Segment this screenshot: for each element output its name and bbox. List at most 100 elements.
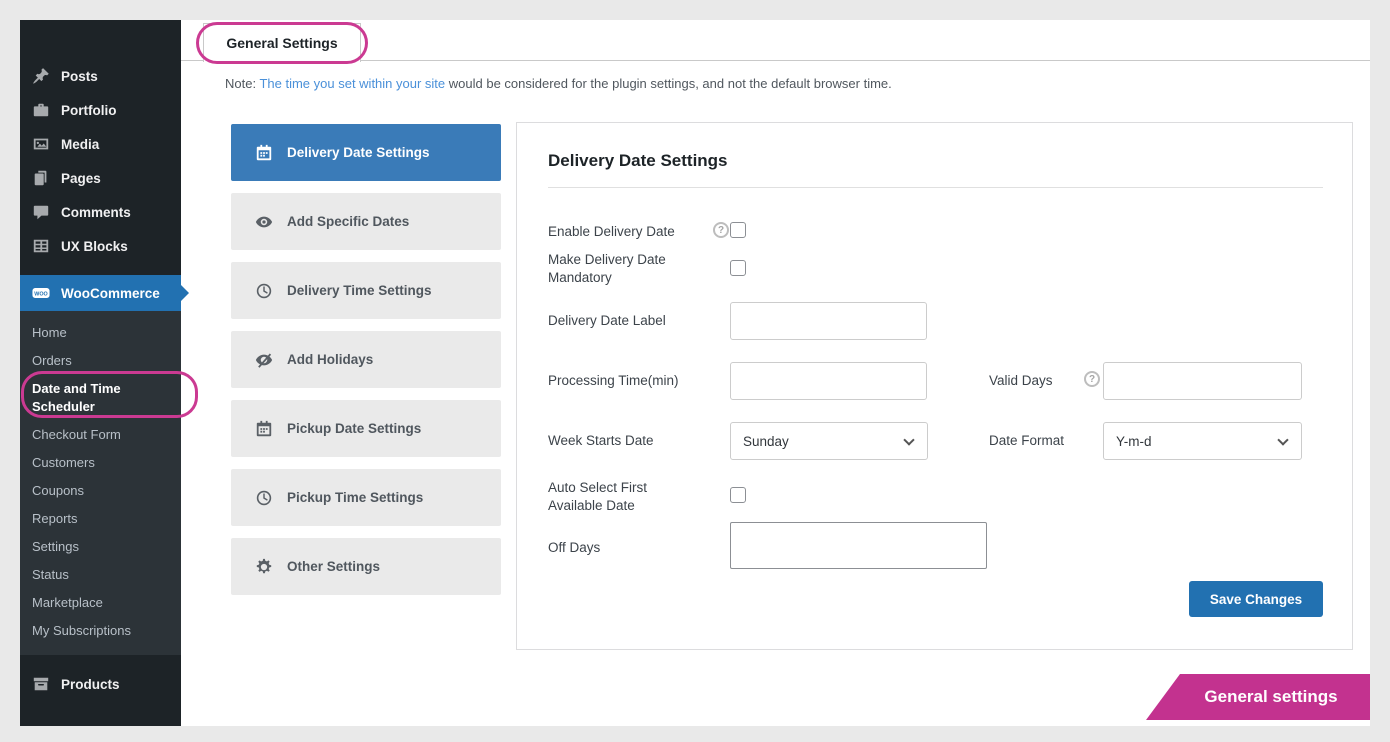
sidebar-item-portfolio[interactable]: Portfolio (20, 93, 181, 127)
chevron-down-icon (903, 434, 915, 446)
sidebar-item-label: Pages (61, 170, 101, 186)
plugin-settings-page: General Settings Note: The time you set … (181, 20, 1370, 726)
woocommerce-icon: WOO (32, 284, 50, 302)
submenu-item-reports[interactable]: Reports (20, 505, 181, 533)
date-format-select[interactable]: Y-m-d (1103, 422, 1302, 460)
settings-tab-pickup-time-settings[interactable]: Pickup Time Settings (231, 469, 501, 526)
submenu-item-my-subscriptions[interactable]: My Subscriptions (20, 617, 181, 645)
pages-icon (32, 169, 50, 187)
briefcase-icon (32, 101, 50, 119)
settings-tab-label: Pickup Date Settings (287, 421, 422, 436)
archive-box-icon (32, 675, 50, 693)
active-menu-arrow-icon (181, 285, 189, 301)
settings-tab-label: Pickup Time Settings (287, 490, 424, 505)
admin-sidebar: Posts Portfolio Media Pages Comments UX (20, 20, 189, 726)
help-icon[interactable]: ? (713, 222, 729, 238)
chevron-down-icon (1277, 434, 1289, 446)
week-starts-date-select[interactable]: Sunday (730, 422, 928, 460)
processing-time-input[interactable] (730, 362, 927, 400)
settings-tab-add-specific-dates[interactable]: Add Specific Dates (231, 193, 501, 250)
submenu-item-marketplace[interactable]: Marketplace (20, 589, 181, 617)
panel-title: Delivery Date Settings (548, 151, 728, 170)
sidebar-item-pages[interactable]: Pages (20, 161, 181, 195)
submenu-item-settings[interactable]: Settings (20, 533, 181, 561)
select-value: Y-m-d (1116, 433, 1152, 449)
enable-delivery-date-checkbox[interactable] (730, 222, 746, 238)
off-days-input[interactable] (730, 522, 987, 569)
grid-icon (32, 237, 50, 255)
delivery-date-label-label: Delivery Date Label (548, 313, 666, 328)
note-prefix: Note: (225, 76, 260, 91)
make-mandatory-label: Make Delivery Date Mandatory (548, 252, 666, 285)
settings-tab-pickup-date-settings[interactable]: Pickup Date Settings (231, 400, 501, 457)
submenu-item-orders[interactable]: Orders (20, 347, 181, 375)
sidebar-item-woocommerce[interactable]: WOO WooCommerce (20, 275, 189, 311)
note-suffix: would be considered for the plugin setti… (445, 76, 892, 91)
clock-icon (255, 489, 273, 507)
note-link[interactable]: The time you set within your site (259, 76, 445, 91)
valid-days-label: Valid Days (989, 373, 1053, 388)
auto-select-label: Auto Select First Available Date (548, 480, 648, 513)
sidebar-item-media[interactable]: Media (20, 127, 181, 161)
settings-tab-label: Add Holidays (287, 352, 374, 367)
general-settings-ribbon: General settings (1146, 674, 1370, 720)
pin-icon (32, 67, 50, 85)
settings-tab-other-settings[interactable]: Other Settings (231, 538, 501, 595)
sidebar-item-posts[interactable]: Posts (20, 59, 181, 93)
gear-icon (255, 558, 273, 576)
settings-tab-label: Add Specific Dates (287, 214, 410, 229)
settings-tab-label: Delivery Date Settings (287, 145, 430, 160)
comment-icon (32, 203, 50, 221)
menu-separator (20, 263, 181, 275)
sidebar-item-label: WooCommerce (61, 285, 160, 301)
svg-text:WOO: WOO (34, 292, 47, 298)
settings-tab-delivery-date-settings[interactable]: Delivery Date Settings (231, 124, 501, 181)
sidebar-item-label: Media (61, 136, 100, 152)
tab-general-settings[interactable]: General Settings (203, 23, 361, 62)
sidebar-item-label: Posts (61, 68, 98, 84)
calendar-icon (255, 420, 273, 438)
auto-select-checkbox[interactable] (730, 487, 746, 503)
eye-slash-icon (255, 351, 273, 369)
settings-tab-label: Other Settings (287, 559, 381, 574)
calendar-icon (255, 144, 273, 162)
processing-time-label: Processing Time(min) (548, 373, 679, 388)
make-mandatory-checkbox[interactable] (730, 260, 746, 276)
settings-section-tabs: Delivery Date Settings Add Specific Date… (231, 124, 501, 595)
sidebar-item-label: Products (61, 676, 120, 692)
eye-icon (255, 213, 273, 231)
off-days-label: Off Days (548, 540, 601, 555)
sidebar-item-label: Portfolio (61, 102, 117, 118)
date-format-label: Date Format (989, 433, 1065, 448)
submenu-item-status[interactable]: Status (20, 561, 181, 589)
enable-delivery-date-label: Enable Delivery Date (548, 224, 675, 239)
valid-days-input[interactable] (1103, 362, 1302, 400)
settings-tab-label: Delivery Time Settings (287, 283, 432, 298)
media-icon (32, 135, 50, 153)
sidebar-item-label: Comments (61, 204, 131, 220)
timezone-note: Note: The time you set within your site … (225, 76, 892, 91)
submenu-item-checkout-form[interactable]: Checkout Form (20, 421, 181, 449)
submenu-item-date-and-time-scheduler[interactable]: Date and Time Scheduler (20, 375, 181, 421)
sidebar-item-products[interactable]: Products (20, 667, 181, 701)
settings-tabbar: General Settings (181, 20, 1370, 62)
submenu-item-home[interactable]: Home (20, 319, 181, 347)
help-icon[interactable]: ? (1084, 371, 1100, 387)
submenu-item-coupons[interactable]: Coupons (20, 477, 181, 505)
save-changes-button[interactable]: Save Changes (1189, 581, 1323, 617)
sidebar-item-comments[interactable]: Comments (20, 195, 181, 229)
week-starts-date-label: Week Starts Date (548, 433, 654, 448)
screenshot-stage: Posts Portfolio Media Pages Comments UX (0, 0, 1390, 742)
ribbon-label: General settings (1204, 687, 1338, 706)
woocommerce-submenu: Home Orders Date and Time Scheduler Chec… (20, 311, 181, 655)
divider (548, 187, 1323, 188)
settings-tab-add-holidays[interactable]: Add Holidays (231, 331, 501, 388)
submenu-item-customers[interactable]: Customers (20, 449, 181, 477)
settings-tab-delivery-time-settings[interactable]: Delivery Time Settings (231, 262, 501, 319)
select-value: Sunday (743, 433, 789, 449)
sidebar-item-label: UX Blocks (61, 238, 128, 254)
delivery-date-label-input[interactable] (730, 302, 927, 340)
wp-admin-window: Posts Portfolio Media Pages Comments UX (20, 20, 1370, 726)
delivery-date-settings-panel: Delivery Date Settings Enable Delivery D… (516, 122, 1353, 650)
sidebar-item-ux-blocks[interactable]: UX Blocks (20, 229, 181, 263)
